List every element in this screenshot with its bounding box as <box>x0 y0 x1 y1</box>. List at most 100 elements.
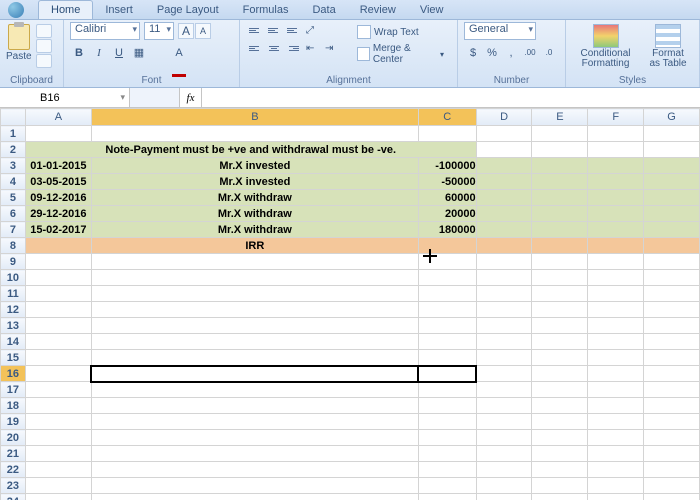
column-header-E[interactable]: E <box>532 109 588 126</box>
cell-B11[interactable] <box>91 286 418 302</box>
cell-D10[interactable] <box>476 270 532 286</box>
format-painter-button[interactable] <box>36 54 52 68</box>
cell-C7[interactable]: 180000 <box>418 222 476 238</box>
cell-D12[interactable] <box>476 302 532 318</box>
cell-D14[interactable] <box>476 334 532 350</box>
cell-A9[interactable] <box>25 254 91 270</box>
cell-C5[interactable]: 60000 <box>418 190 476 206</box>
cell-E1[interactable] <box>532 126 588 142</box>
bold-button[interactable]: B <box>70 44 88 62</box>
cell-D1[interactable] <box>476 126 532 142</box>
cell-G24[interactable] <box>644 494 700 500</box>
cell-A1[interactable] <box>25 126 91 142</box>
cell-A17[interactable] <box>25 382 91 398</box>
cell-E24[interactable] <box>532 494 588 500</box>
cell-E3[interactable] <box>532 158 588 174</box>
column-header-G[interactable]: G <box>644 109 700 126</box>
cell-G18[interactable] <box>644 398 700 414</box>
row-header-20[interactable]: 20 <box>1 430 26 446</box>
row-header-23[interactable]: 23 <box>1 478 26 494</box>
cell-D13[interactable] <box>476 318 532 334</box>
cell-G7[interactable] <box>644 222 700 238</box>
cell-C21[interactable] <box>418 446 476 462</box>
cell-F20[interactable] <box>588 430 644 446</box>
cell-E15[interactable] <box>532 350 588 366</box>
cell-A3[interactable]: 01-01-2015 <box>25 158 91 174</box>
cell-F13[interactable] <box>588 318 644 334</box>
cell-G6[interactable] <box>644 206 700 222</box>
office-button[interactable] <box>8 2 24 18</box>
cell-D6[interactable] <box>476 206 532 222</box>
row-header-6[interactable]: 6 <box>1 206 26 222</box>
cell-F23[interactable] <box>588 478 644 494</box>
cell-B20[interactable] <box>91 430 418 446</box>
row-header-2[interactable]: 2 <box>1 142 26 158</box>
cell-C15[interactable] <box>418 350 476 366</box>
formula-bar[interactable] <box>202 88 700 107</box>
cell-G19[interactable] <box>644 414 700 430</box>
cell-E18[interactable] <box>532 398 588 414</box>
cell-D19[interactable] <box>476 414 532 430</box>
row-header-5[interactable]: 5 <box>1 190 26 206</box>
cell-E5[interactable] <box>532 190 588 206</box>
row-header-24[interactable]: 24 <box>1 494 26 500</box>
decrease-decimal-button[interactable]: .0 <box>540 44 558 62</box>
cell-C4[interactable]: -50000 <box>418 174 476 190</box>
cell-G23[interactable] <box>644 478 700 494</box>
cell-G20[interactable] <box>644 430 700 446</box>
row-header-10[interactable]: 10 <box>1 270 26 286</box>
cell-D16[interactable] <box>476 366 532 382</box>
cell-D22[interactable] <box>476 462 532 478</box>
cell-B17[interactable] <box>91 382 418 398</box>
cell-F4[interactable] <box>588 174 644 190</box>
cell-C20[interactable] <box>418 430 476 446</box>
cell-F21[interactable] <box>588 446 644 462</box>
name-box[interactable]: B16 <box>0 88 130 107</box>
cell-F3[interactable] <box>588 158 644 174</box>
align-left-button[interactable] <box>246 40 264 56</box>
cell-F8[interactable] <box>588 238 644 254</box>
cell-C24[interactable] <box>418 494 476 500</box>
tab-page-layout[interactable]: Page Layout <box>145 1 231 19</box>
cell-G11[interactable] <box>644 286 700 302</box>
cell-E2[interactable] <box>532 142 588 158</box>
cell-E13[interactable] <box>532 318 588 334</box>
cell-F22[interactable] <box>588 462 644 478</box>
tab-home[interactable]: Home <box>38 0 93 19</box>
cell-E6[interactable] <box>532 206 588 222</box>
paste-button[interactable]: Paste <box>6 22 32 62</box>
column-header-A[interactable]: A <box>25 109 91 126</box>
cell-F11[interactable] <box>588 286 644 302</box>
tab-review[interactable]: Review <box>348 1 408 19</box>
cell-C11[interactable] <box>418 286 476 302</box>
cell-B3[interactable]: Mr.X invested <box>91 158 418 174</box>
cell-C22[interactable] <box>418 462 476 478</box>
format-as-table-button[interactable]: Format as Table <box>643 22 693 71</box>
font-name-select[interactable]: Calibri <box>70 22 140 40</box>
row-header-13[interactable]: 13 <box>1 318 26 334</box>
cell-C17[interactable] <box>418 382 476 398</box>
cell-A11[interactable] <box>25 286 91 302</box>
row-header-4[interactable]: 4 <box>1 174 26 190</box>
cell-D17[interactable] <box>476 382 532 398</box>
cell-G14[interactable] <box>644 334 700 350</box>
cell-B15[interactable] <box>91 350 418 366</box>
cell-A22[interactable] <box>25 462 91 478</box>
fill-color-button[interactable] <box>150 44 168 62</box>
cell-D4[interactable] <box>476 174 532 190</box>
cell-D20[interactable] <box>476 430 532 446</box>
cut-button[interactable] <box>36 24 52 38</box>
font-size-select[interactable]: 11 <box>144 22 174 40</box>
column-header-F[interactable]: F <box>588 109 644 126</box>
cell-C19[interactable] <box>418 414 476 430</box>
decrease-font-button[interactable]: A <box>195 23 211 39</box>
cell-F9[interactable] <box>588 254 644 270</box>
cell-G1[interactable] <box>644 126 700 142</box>
cell-E14[interactable] <box>532 334 588 350</box>
conditional-formatting-button[interactable]: Conditional Formatting <box>572 22 639 71</box>
row-header-21[interactable]: 21 <box>1 446 26 462</box>
wrap-text-button[interactable]: Wrap Text <box>350 22 451 42</box>
copy-button[interactable] <box>36 39 52 53</box>
increase-decimal-button[interactable]: .00 <box>521 44 539 62</box>
cell-D21[interactable] <box>476 446 532 462</box>
